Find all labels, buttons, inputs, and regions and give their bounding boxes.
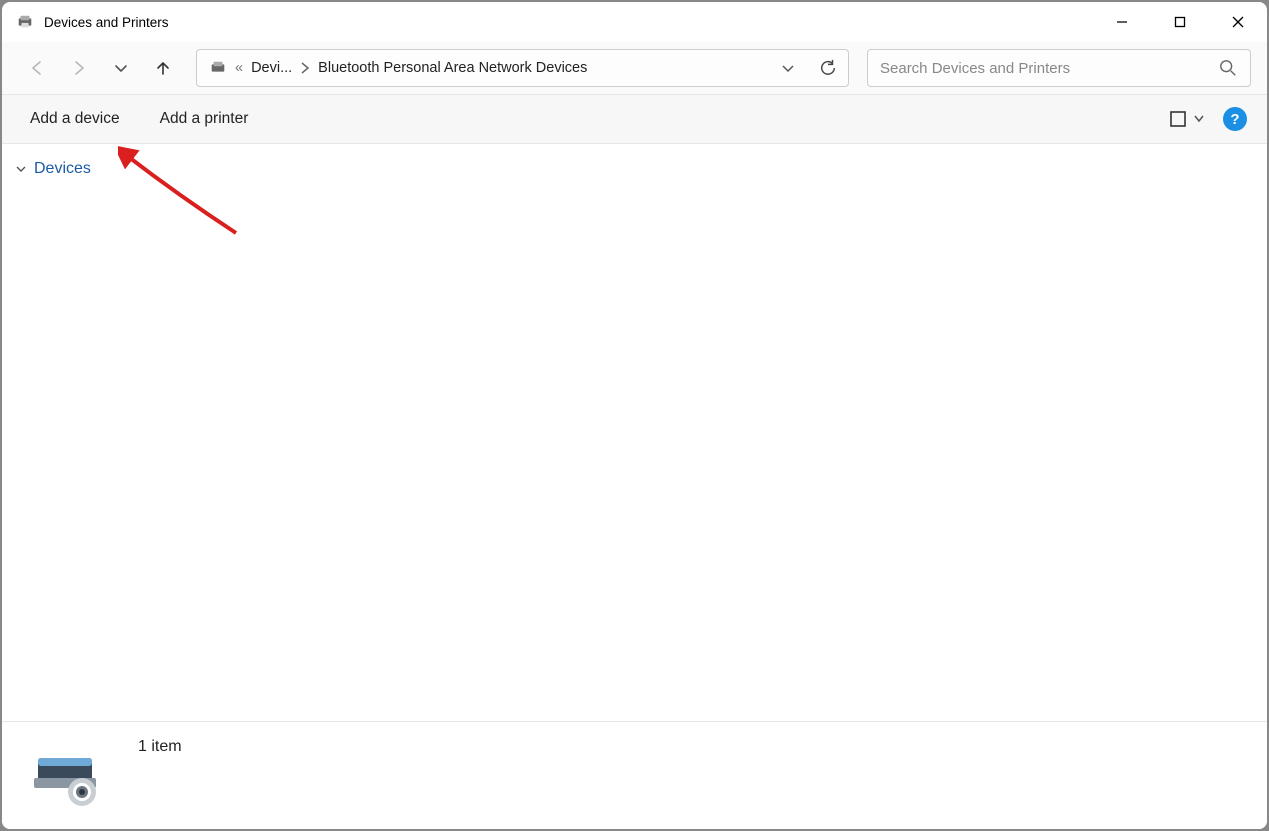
titlebar: Devices and Printers [2, 2, 1267, 42]
add-printer-button[interactable]: Add a printer [140, 100, 269, 138]
group-header-devices[interactable]: Devices [10, 156, 1259, 182]
up-button[interactable] [144, 49, 182, 87]
add-device-button[interactable]: Add a device [10, 100, 140, 138]
search-button[interactable] [1206, 50, 1250, 86]
group-header-label: Devices [34, 160, 91, 178]
chevron-down-icon [14, 162, 28, 176]
address-bar[interactable]: « Devi... Bluetooth Personal Area Networ… [196, 49, 849, 87]
devices-printers-large-icon [30, 744, 110, 808]
status-bar: 1 item [2, 721, 1267, 829]
help-button[interactable]: ? [1223, 107, 1247, 131]
forward-button[interactable] [60, 49, 98, 87]
minimize-button[interactable] [1093, 2, 1151, 42]
breadcrumb-prefix: « [231, 60, 247, 76]
content-area[interactable]: Devices [2, 144, 1267, 721]
command-bar: Add a device Add a printer ? [2, 94, 1267, 144]
search-box[interactable] [867, 49, 1251, 87]
devices-printers-icon [16, 13, 34, 31]
address-dropdown-button[interactable] [768, 50, 808, 86]
close-button[interactable] [1209, 2, 1267, 42]
maximize-button[interactable] [1151, 2, 1209, 42]
breadcrumb-seg-2[interactable]: Bluetooth Personal Area Network Devices [314, 60, 591, 76]
breadcrumb-seg-1[interactable]: Devi... [247, 60, 296, 76]
window-controls [1093, 2, 1267, 42]
status-item-count: 1 item [138, 738, 182, 756]
search-input[interactable] [868, 60, 1206, 77]
nav-bar: « Devi... Bluetooth Personal Area Networ… [2, 42, 1267, 94]
recent-locations-button[interactable] [102, 49, 140, 87]
back-button[interactable] [18, 49, 56, 87]
window-title: Devices and Printers [44, 15, 1093, 30]
breadcrumb-root-icon[interactable] [205, 59, 231, 77]
window: Devices and Printers [2, 2, 1267, 829]
refresh-button[interactable] [808, 50, 848, 86]
view-options-button[interactable] [1169, 109, 1207, 129]
chevron-right-icon[interactable] [296, 61, 314, 75]
